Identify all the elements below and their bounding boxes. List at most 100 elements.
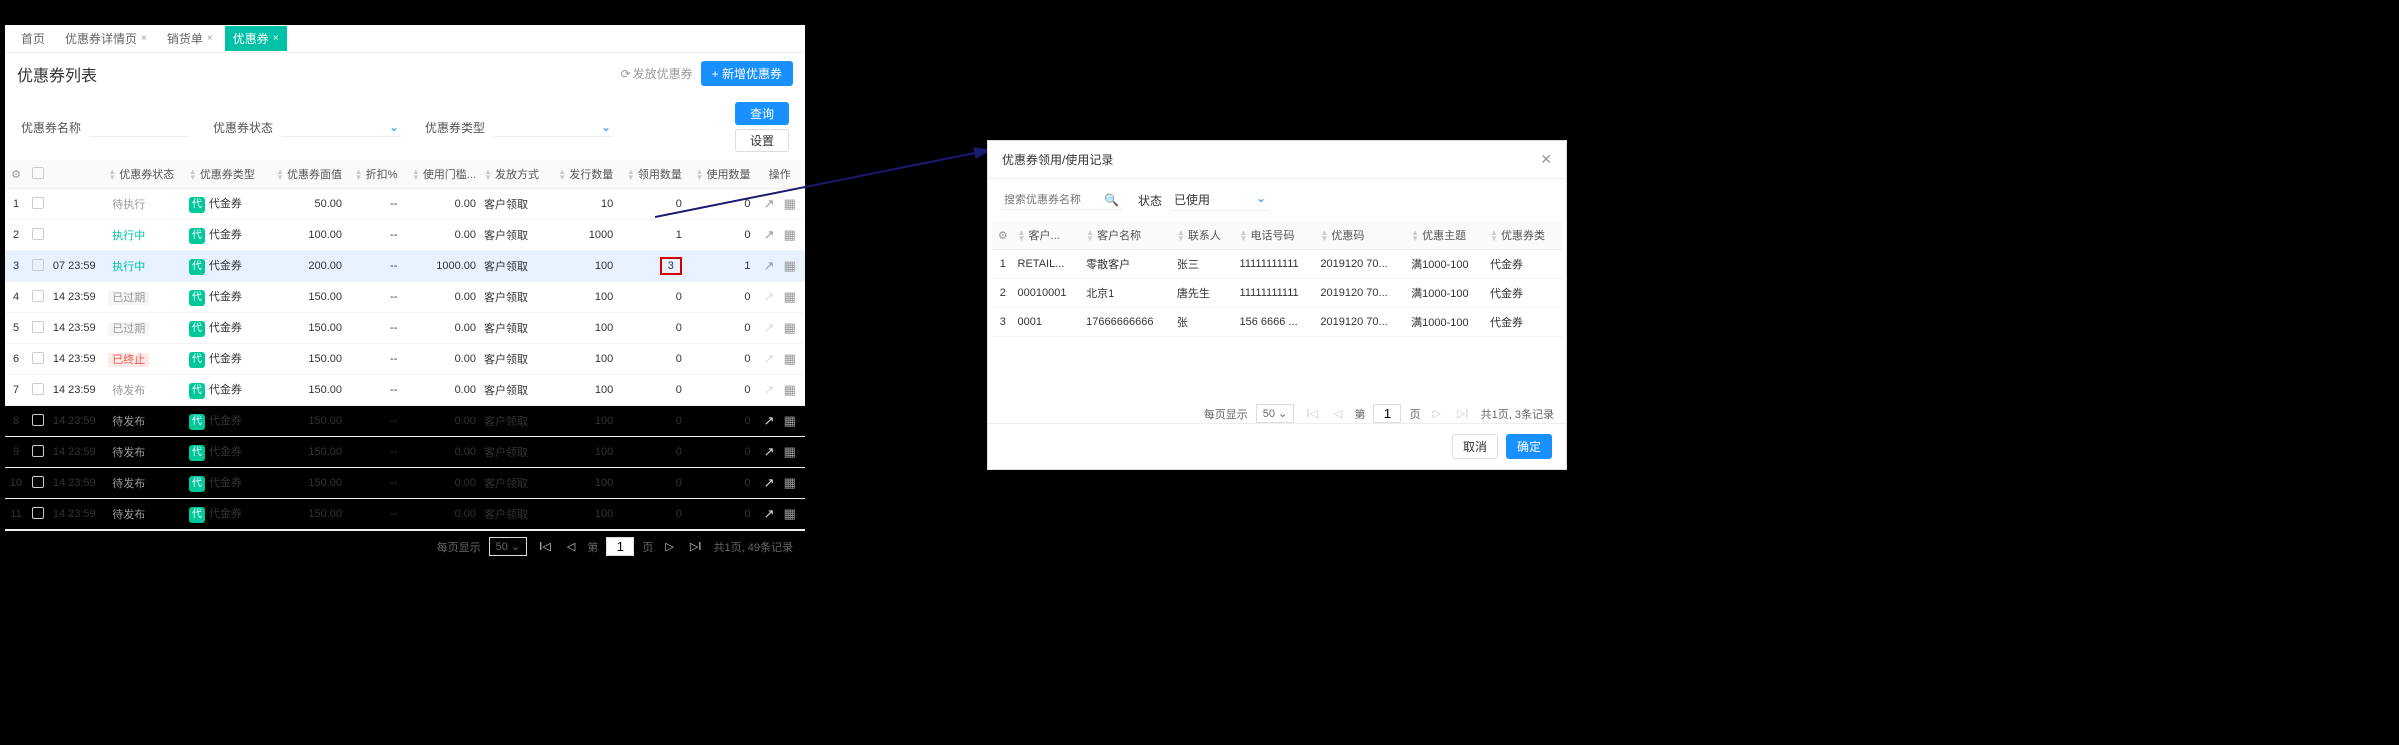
sort-icon[interactable]: ▲▼ — [276, 169, 284, 181]
page-input[interactable] — [606, 537, 634, 556]
last-page-button[interactable]: ▷Ⅰ — [1453, 407, 1473, 420]
settings-button[interactable]: 设置 — [735, 129, 789, 152]
confirm-button[interactable]: 确定 — [1506, 434, 1552, 459]
row-checkbox[interactable] — [32, 259, 44, 271]
qr-icon[interactable]: ▦ — [784, 258, 796, 273]
search-icon[interactable]: 🔍 — [1104, 193, 1119, 207]
tab-sales-order[interactable]: 销货单× — [159, 26, 221, 51]
tab-coupon[interactable]: 优惠券× — [225, 26, 287, 51]
sort-icon[interactable]: ▲▼ — [1411, 230, 1419, 242]
gear-icon[interactable]: ⚙ — [11, 169, 21, 181]
row-checkbox[interactable] — [32, 321, 44, 333]
qr-icon[interactable]: ▦ — [784, 475, 796, 490]
share-icon[interactable]: ↗ — [764, 196, 775, 211]
row-checkbox[interactable] — [32, 414, 44, 426]
table-row[interactable]: 9 14 23:59 待发布 代代金券 150.00 -- 0.00 客户领取 … — [5, 437, 805, 468]
qr-icon[interactable]: ▦ — [784, 506, 796, 521]
sort-icon[interactable]: ▲▼ — [1086, 230, 1094, 242]
pagination-summary: 共1页, 3条记录 — [1481, 406, 1554, 422]
distribute-coupon-link[interactable]: ⟳ 发放优惠券 — [621, 65, 693, 82]
row-checkbox[interactable] — [32, 352, 44, 364]
state-select[interactable]: 已使用⌄ — [1170, 189, 1270, 211]
table-row[interactable]: 8 14 23:59 待发布 代代金券 150.00 -- 0.00 客户领取 … — [5, 406, 805, 437]
sort-icon[interactable]: ▲▼ — [1240, 230, 1248, 242]
next-page-button[interactable]: ▷ — [661, 540, 677, 553]
search-input[interactable] — [1004, 194, 1104, 206]
table-row[interactable]: 6 14 23:59 已终止 代代金券 150.00 -- 0.00 客户领取 … — [5, 344, 805, 375]
table-row[interactable]: 4 14 23:59 已过期 代代金券 150.00 -- 0.00 客户领取 … — [5, 282, 805, 313]
sort-icon[interactable]: ▲▼ — [412, 169, 420, 181]
claim-count-highlighted[interactable]: 3 — [660, 257, 682, 275]
close-icon[interactable]: × — [207, 33, 213, 44]
qr-icon[interactable]: ▦ — [784, 289, 796, 304]
sort-icon[interactable]: ▲▼ — [558, 169, 566, 181]
status-badge: 待发布 — [108, 415, 149, 429]
filter-type-select[interactable]: ⌄ — [493, 118, 613, 137]
sort-icon[interactable]: ▲▼ — [355, 169, 363, 181]
search-box[interactable]: 🔍 — [1002, 191, 1122, 210]
table-row[interactable]: 2 00010001 北京1 唐先生 11111111111 2019120 7… — [992, 279, 1562, 308]
sort-icon[interactable]: ▲▼ — [1490, 230, 1498, 242]
qr-icon[interactable]: ▦ — [784, 227, 796, 242]
prev-page-button[interactable]: ◁ — [1330, 407, 1346, 420]
row-checkbox[interactable] — [32, 507, 44, 519]
row-checkbox[interactable] — [32, 476, 44, 488]
table-row[interactable]: 1 待执行 代代金券 50.00 -- 0.00 客户领取 10 0 0 ↗ ▦ — [5, 189, 805, 220]
last-page-button[interactable]: ▷Ⅰ — [686, 540, 706, 553]
share-icon[interactable]: ↗ — [764, 227, 775, 242]
cancel-button[interactable]: 取消 — [1452, 434, 1498, 459]
share-icon[interactable]: ↗ — [764, 258, 775, 273]
qr-icon[interactable]: ▦ — [784, 351, 796, 366]
tab-coupon-detail[interactable]: 优惠券详情页× — [57, 26, 155, 51]
sort-icon[interactable]: ▲▼ — [1177, 230, 1185, 242]
table-row[interactable]: 5 14 23:59 已过期 代代金券 150.00 -- 0.00 客户领取 … — [5, 313, 805, 344]
sort-icon[interactable]: ▲▼ — [189, 169, 197, 181]
sort-icon[interactable]: ▲▼ — [627, 169, 635, 181]
first-page-button[interactable]: Ⅰ◁ — [1302, 407, 1322, 420]
qr-icon[interactable]: ▦ — [784, 196, 796, 211]
voucher-type-icon: 代 — [189, 259, 205, 275]
close-icon[interactable]: ✕ — [1540, 151, 1552, 168]
qr-icon[interactable]: ▦ — [784, 444, 796, 459]
qr-icon[interactable]: ▦ — [784, 382, 796, 397]
add-coupon-button[interactable]: + 新增优惠券 — [701, 61, 793, 86]
tab-home[interactable]: 首页 — [13, 26, 53, 51]
row-checkbox[interactable] — [32, 383, 44, 395]
close-icon[interactable]: × — [273, 33, 279, 44]
per-page-select[interactable]: 50 ⌄ — [489, 537, 528, 556]
table-row[interactable]: 3 0001 17666666666 张 156 6666 ... 201912… — [992, 308, 1562, 337]
sort-icon[interactable]: ▲▼ — [1018, 230, 1026, 242]
table-row[interactable]: 3 07 23:59 执行中 代代金券 200.00 -- 1000.00 客户… — [5, 251, 805, 282]
table-row[interactable]: 7 14 23:59 待发布 代代金券 150.00 -- 0.00 客户领取 … — [5, 375, 805, 406]
row-checkbox[interactable] — [32, 445, 44, 457]
sort-icon[interactable]: ▲▼ — [1320, 230, 1328, 242]
row-checkbox[interactable] — [32, 290, 44, 302]
table-row[interactable]: 2 执行中 代代金券 100.00 -- 0.00 客户领取 1000 1 0 … — [5, 220, 805, 251]
filter-name-label: 优惠券名称 — [21, 119, 81, 136]
row-checkbox[interactable] — [32, 228, 44, 240]
status-badge: 待发布 — [108, 508, 149, 522]
filter-name-input[interactable] — [89, 117, 189, 137]
tab-bar: 首页 优惠券详情页× 销货单× 优惠券× — [5, 25, 805, 53]
qr-icon[interactable]: ▦ — [784, 320, 796, 335]
page-input[interactable] — [1373, 404, 1401, 423]
prev-page-button[interactable]: ◁ — [563, 540, 579, 553]
query-button[interactable]: 查询 — [735, 102, 789, 125]
table-row[interactable]: 10 14 23:59 待发布 代代金券 150.00 -- 0.00 客户领取… — [5, 468, 805, 499]
sort-icon[interactable]: ▲▼ — [696, 169, 704, 181]
gear-icon[interactable]: ⚙ — [998, 230, 1008, 242]
sort-icon[interactable]: ▲▼ — [108, 169, 116, 181]
first-page-button[interactable]: Ⅰ◁ — [535, 540, 555, 553]
table-row[interactable]: 11 14 23:59 待发布 代代金券 150.00 -- 0.00 客户领取… — [5, 499, 805, 530]
per-page-select[interactable]: 50 ⌄ — [1256, 404, 1295, 423]
table-row[interactable]: 1 RETAIL... 零散客户 张三 11111111111 2019120 … — [992, 250, 1562, 279]
qr-icon[interactable]: ▦ — [784, 413, 796, 428]
row-checkbox[interactable] — [32, 197, 44, 209]
next-page-button[interactable]: ▷ — [1428, 407, 1444, 420]
pagination-summary: 共1页, 49条记录 — [714, 539, 793, 555]
page-title: 优惠券列表 — [17, 62, 97, 86]
select-all-checkbox[interactable] — [32, 167, 44, 179]
sort-icon[interactable]: ▲▼ — [484, 169, 492, 181]
close-icon[interactable]: × — [141, 33, 147, 44]
filter-status-select[interactable]: ⌄ — [281, 118, 401, 137]
